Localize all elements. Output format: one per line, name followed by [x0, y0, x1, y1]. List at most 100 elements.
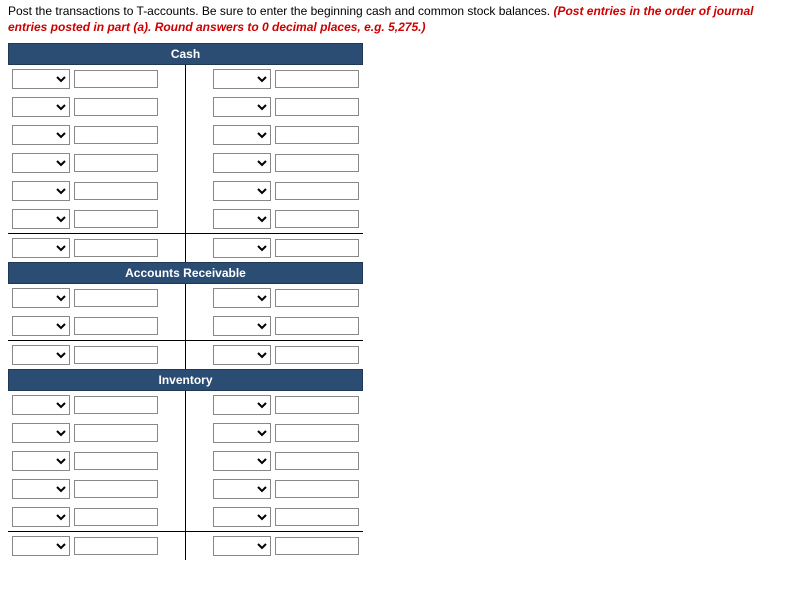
entry-date-select[interactable]	[213, 125, 271, 145]
entry-amount-input[interactable]	[74, 537, 158, 555]
entry-date-select[interactable]	[213, 181, 271, 201]
entry-date-select[interactable]	[213, 395, 271, 415]
entry-amount-input[interactable]	[275, 126, 359, 144]
entry-amount-input[interactable]	[275, 537, 359, 555]
entry-date-select[interactable]	[12, 536, 70, 556]
t-account-total-row	[186, 233, 364, 262]
entry-date-select[interactable]	[213, 97, 271, 117]
entry-amount-input[interactable]	[74, 239, 158, 257]
t-account-row	[186, 475, 364, 503]
t-account-title: Cash	[8, 43, 363, 65]
entry-date-select[interactable]	[213, 316, 271, 336]
entry-amount-input[interactable]	[275, 239, 359, 257]
t-account-row	[186, 503, 364, 531]
t-account-row	[186, 284, 364, 312]
entry-amount-input[interactable]	[275, 452, 359, 470]
entry-amount-input[interactable]	[74, 346, 158, 364]
t-account-row	[8, 312, 185, 340]
entry-amount-input[interactable]	[74, 424, 158, 442]
entry-amount-input[interactable]	[275, 424, 359, 442]
entry-amount-input[interactable]	[275, 317, 359, 335]
entry-date-select[interactable]	[213, 423, 271, 443]
entry-date-select[interactable]	[12, 316, 70, 336]
entry-date-select[interactable]	[12, 209, 70, 229]
t-accounts-container: Cash Accounts ReceivableInventory	[8, 43, 778, 560]
t-account-row	[8, 419, 185, 447]
entry-amount-input[interactable]	[74, 396, 158, 414]
t-account-debit-column	[8, 391, 186, 560]
t-account: Accounts Receivable	[8, 262, 363, 369]
t-account-credit-column	[186, 391, 364, 560]
entry-amount-input[interactable]	[74, 289, 158, 307]
entry-date-select[interactable]	[213, 153, 271, 173]
entry-date-select[interactable]	[213, 69, 271, 89]
t-account-row	[8, 391, 185, 419]
entry-date-select[interactable]	[213, 536, 271, 556]
entry-date-select[interactable]	[213, 288, 271, 308]
t-account-body	[8, 391, 363, 560]
entry-amount-input[interactable]	[275, 508, 359, 526]
entry-amount-input[interactable]	[74, 70, 158, 88]
t-account-total-row	[8, 340, 185, 369]
entry-amount-input[interactable]	[74, 126, 158, 144]
entry-date-select[interactable]	[12, 345, 70, 365]
t-account-total-row	[8, 531, 185, 560]
entry-amount-input[interactable]	[74, 210, 158, 228]
entry-date-select[interactable]	[12, 97, 70, 117]
t-account-debit-column	[8, 65, 186, 262]
entry-date-select[interactable]	[213, 209, 271, 229]
entry-date-select[interactable]	[12, 288, 70, 308]
t-account-row	[186, 391, 364, 419]
instruction-text: Post the transactions to T-accounts. Be …	[8, 4, 778, 35]
entry-amount-input[interactable]	[275, 210, 359, 228]
entry-date-select[interactable]	[213, 451, 271, 471]
instruction-plain: Post the transactions to T-accounts. Be …	[8, 4, 553, 18]
t-account: Cash	[8, 43, 363, 262]
t-account: Inventory	[8, 369, 363, 560]
entry-date-select[interactable]	[213, 507, 271, 527]
entry-date-select[interactable]	[213, 238, 271, 258]
entry-date-select[interactable]	[12, 423, 70, 443]
t-account-row	[186, 93, 364, 121]
t-account-row	[186, 121, 364, 149]
t-account-total-row	[186, 531, 364, 560]
entry-date-select[interactable]	[12, 181, 70, 201]
entry-date-select[interactable]	[12, 69, 70, 89]
entry-amount-input[interactable]	[275, 346, 359, 364]
t-account-row	[186, 312, 364, 340]
entry-date-select[interactable]	[12, 395, 70, 415]
entry-date-select[interactable]	[12, 125, 70, 145]
t-account-debit-column	[8, 284, 186, 369]
entry-date-select[interactable]	[12, 451, 70, 471]
entry-date-select[interactable]	[12, 479, 70, 499]
entry-date-select[interactable]	[12, 507, 70, 527]
entry-amount-input[interactable]	[275, 98, 359, 116]
entry-date-select[interactable]	[12, 238, 70, 258]
t-account-row	[186, 447, 364, 475]
t-account-row	[186, 149, 364, 177]
entry-date-select[interactable]	[12, 153, 70, 173]
entry-amount-input[interactable]	[74, 508, 158, 526]
t-account-row	[8, 205, 185, 233]
entry-amount-input[interactable]	[74, 98, 158, 116]
t-account-total-row	[8, 233, 185, 262]
t-account-row	[8, 93, 185, 121]
entry-amount-input[interactable]	[74, 182, 158, 200]
entry-date-select[interactable]	[213, 479, 271, 499]
entry-amount-input[interactable]	[74, 317, 158, 335]
entry-amount-input[interactable]	[275, 70, 359, 88]
entry-amount-input[interactable]	[275, 289, 359, 307]
entry-amount-input[interactable]	[275, 154, 359, 172]
entry-amount-input[interactable]	[74, 452, 158, 470]
entry-amount-input[interactable]	[275, 480, 359, 498]
entry-amount-input[interactable]	[275, 182, 359, 200]
entry-amount-input[interactable]	[74, 480, 158, 498]
t-account-credit-column	[186, 284, 364, 369]
t-account-body	[8, 65, 363, 262]
entry-amount-input[interactable]	[74, 154, 158, 172]
entry-date-select[interactable]	[213, 345, 271, 365]
t-account-row	[8, 503, 185, 531]
entry-amount-input[interactable]	[275, 396, 359, 414]
t-account-row	[186, 419, 364, 447]
t-account-row	[186, 65, 364, 93]
